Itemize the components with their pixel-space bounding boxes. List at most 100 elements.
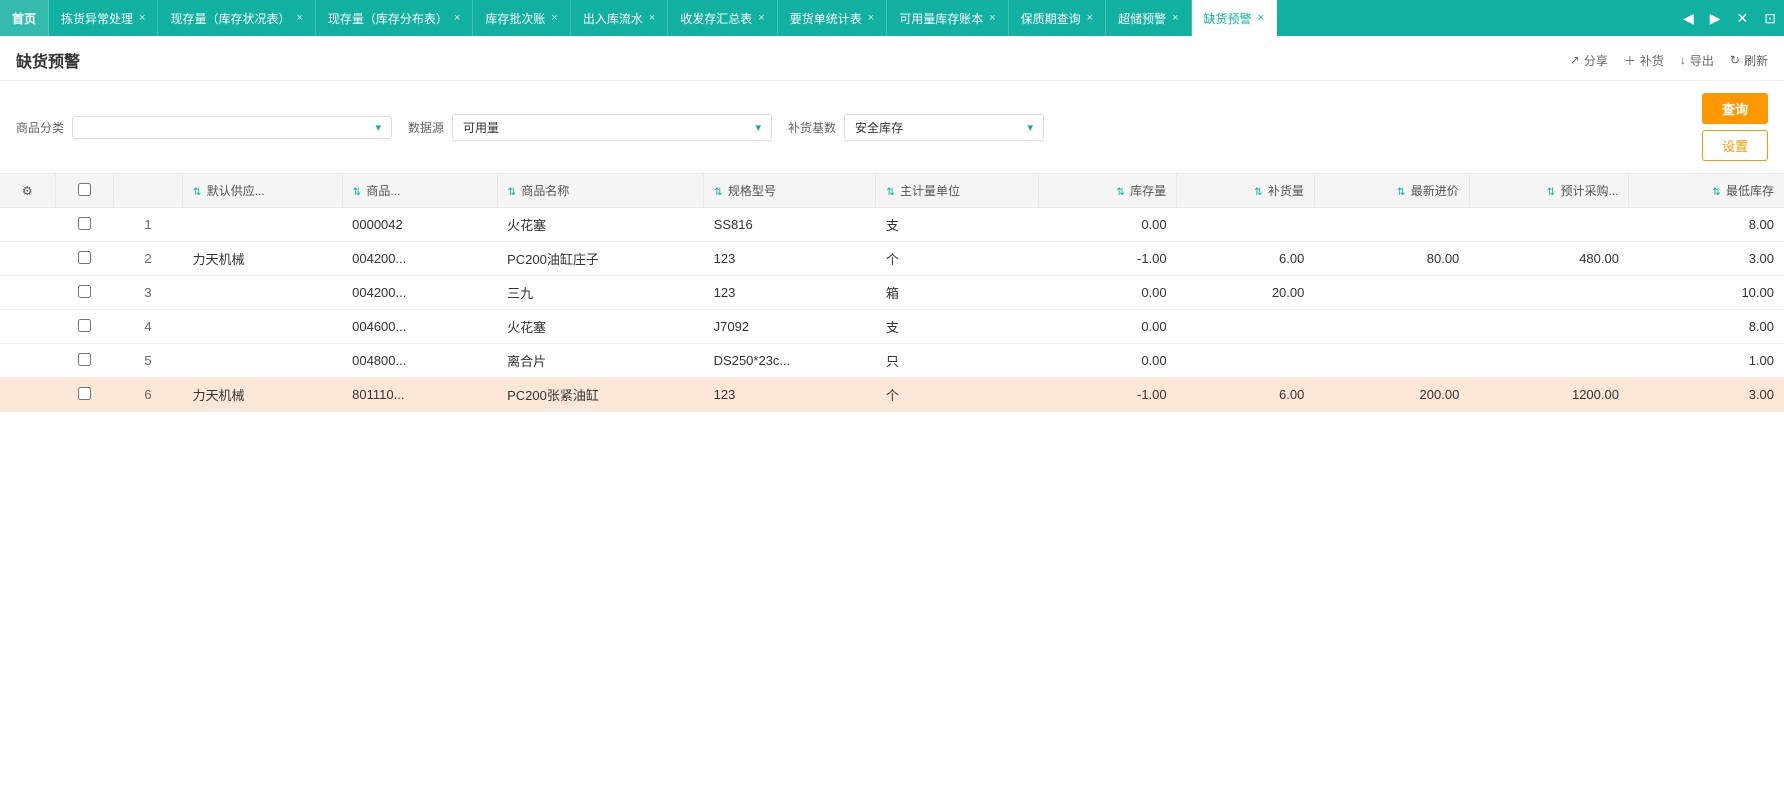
row-checkbox[interactable] (78, 285, 91, 298)
tab-item-overstock-warning[interactable]: 超储预警× (1106, 0, 1191, 36)
th-stock[interactable]: ⇅ 库存量 (1039, 174, 1177, 208)
query-button[interactable]: 查询 (1702, 93, 1768, 124)
th-stock-label: 库存量 (1130, 184, 1166, 198)
row-checkbox[interactable] (78, 319, 91, 332)
page-header: 缺货预警 ↗ 分享 ＋ 补货 ↓ 导出 ↻ 刷新 (0, 36, 1784, 81)
tab-close-icon[interactable]: × (649, 12, 655, 24)
table-cell: 004600... (342, 310, 497, 344)
th-replenish-qty[interactable]: ⇅ 补货量 (1177, 174, 1315, 208)
table-row: 2力天机械004200...PC200油缸庄子123个-1.006.0080.0… (0, 242, 1784, 276)
table-cell: 0.00 (1039, 310, 1177, 344)
th-est-purchase-label: 预计采购... (1560, 184, 1618, 198)
tab-close-icon[interactable]: × (1087, 12, 1093, 24)
table-cell: 0.00 (1039, 344, 1177, 378)
table-row: 10000042火花塞SS816支0.008.00 (0, 208, 1784, 242)
row-checkbox[interactable] (78, 217, 91, 230)
tab-close-icon[interactable]: × (454, 12, 460, 24)
tab-close-icon[interactable]: × (296, 12, 302, 24)
table-cell: 力天机械 (182, 242, 342, 276)
replenish-base-select[interactable]: 安全库存 ▾ (844, 114, 1044, 141)
tab-close-button[interactable]: ✕ (1729, 0, 1757, 36)
table-cell: 箱 (876, 276, 1039, 310)
tab-item-receive-summary[interactable]: 收发存汇总表× (668, 0, 777, 36)
tab-close-icon[interactable]: × (139, 12, 145, 24)
th-latest-price[interactable]: ⇅ 最新进价 (1314, 174, 1469, 208)
tab-close-icon[interactable]: × (868, 12, 874, 24)
th-min-stock[interactable]: ⇅ 最低库存 (1629, 174, 1784, 208)
table-cell: 力天机械 (182, 378, 342, 412)
tab-close-icon[interactable]: × (758, 12, 764, 24)
table-cell: 3.00 (1629, 378, 1784, 412)
table-cell: 480.00 (1469, 242, 1629, 276)
name-sort-icon: ⇅ (508, 187, 516, 198)
row-checkbox[interactable] (78, 353, 91, 366)
tab-close-icon[interactable]: × (989, 12, 995, 24)
tab-item-exception[interactable]: 拣货异常处理× (49, 0, 158, 36)
datasource-label: 数据源 (408, 119, 444, 136)
replenish-button[interactable]: ＋ 补货 (1624, 52, 1664, 69)
category-select[interactable]: ▾ (72, 116, 392, 139)
table-cell: PC200张紧油缸 (497, 378, 704, 412)
tab-item-inventory-dist[interactable]: 现存量（库存分布表） × (316, 0, 473, 36)
refresh-button[interactable]: ↻ 刷新 (1730, 52, 1768, 69)
replenish-base-value: 安全库存 (855, 119, 903, 136)
export-button[interactable]: ↓ 导出 (1680, 52, 1714, 69)
tab-item-inout-flow[interactable]: 出入库流水× (571, 0, 668, 36)
select-all-checkbox[interactable] (78, 183, 91, 196)
tab-item-home[interactable]: 首页 (0, 0, 49, 36)
refresh-icon: ↻ (1730, 53, 1740, 67)
tab-item-expiry-query[interactable]: 保质期查询 × (1009, 0, 1106, 36)
export-icon: ↓ (1680, 53, 1686, 67)
tab-item-inventory-status[interactable]: 现存量（库存状况表）× (158, 0, 315, 36)
th-name[interactable]: ⇅ 商品名称 (497, 174, 704, 208)
th-checkbox (55, 174, 114, 208)
page-container: 缺货预警 ↗ 分享 ＋ 补货 ↓ 导出 ↻ 刷新 商品分类 (0, 36, 1784, 796)
tab-expand-button[interactable]: ⊡ (1756, 0, 1784, 36)
row-checkbox[interactable] (78, 251, 91, 264)
th-supplier[interactable]: ⇅ 默认供应... (182, 174, 342, 208)
row-checkbox[interactable] (78, 387, 91, 400)
tab-label: 保质期查询 (1021, 10, 1081, 27)
th-spec[interactable]: ⇅ 规格型号 (704, 174, 876, 208)
datasource-value: 可用量 (463, 119, 499, 136)
table-cell (0, 310, 55, 344)
tab-item-available-ledger[interactable]: 可用量库存账本× (887, 0, 1008, 36)
th-replenish-qty-label: 补货量 (1268, 184, 1304, 198)
th-unit[interactable]: ⇅ 主计量单位 (876, 174, 1039, 208)
th-est-purchase[interactable]: ⇅ 预计采购... (1469, 174, 1629, 208)
tab-item-shortage-warning[interactable]: 缺货预警 × (1192, 0, 1277, 36)
table-cell: 个 (876, 242, 1039, 276)
tab-close-icon[interactable]: × (1258, 12, 1264, 24)
datasource-select[interactable]: 可用量 ▾ (452, 114, 772, 141)
table-cell: J7092 (704, 310, 876, 344)
table-cell (55, 378, 114, 412)
table-cell: 80.00 (1314, 242, 1469, 276)
table-cell (1469, 208, 1629, 242)
table-cell: 0000042 (342, 208, 497, 242)
tab-item-requisition-stats[interactable]: 要货单统计表× (778, 0, 887, 36)
table-cell: 6.00 (1177, 378, 1315, 412)
settings-gear-icon: ⚙ (22, 184, 33, 198)
th-settings[interactable]: ⚙ (0, 174, 55, 208)
tab-next-button[interactable]: ▶ (1702, 0, 1729, 36)
tab-label: 缺货预警 (1204, 10, 1252, 27)
tab-prev-button[interactable]: ◀ (1675, 0, 1702, 36)
tab-label: 现存量（库存分布表） (328, 10, 448, 27)
table-cell (1314, 276, 1469, 310)
tab-bar: 首页拣货异常处理×现存量（库存状况表）×现存量（库存分布表）×库存批次账×出入库… (0, 0, 1784, 36)
share-button[interactable]: ↗ 分享 (1570, 52, 1608, 69)
th-code[interactable]: ⇅ 商品... (342, 174, 497, 208)
table-cell: SS816 (704, 208, 876, 242)
table-cell (0, 276, 55, 310)
th-code-label: 商品... (366, 184, 400, 198)
table-cell: 火花塞 (497, 310, 704, 344)
table-cell: 火花塞 (497, 208, 704, 242)
tab-item-batch-account[interactable]: 库存批次账 × (473, 0, 570, 36)
table-cell: 1200.00 (1469, 378, 1629, 412)
tab-close-icon[interactable]: × (1172, 12, 1178, 24)
replenish-base-filter-group: 补货基数 安全库存 ▾ (788, 114, 1044, 141)
tab-label: 库存批次账 (485, 10, 545, 27)
tab-close-icon[interactable]: × (551, 12, 557, 24)
settings-button[interactable]: 设置 (1702, 130, 1768, 161)
table-cell (0, 344, 55, 378)
